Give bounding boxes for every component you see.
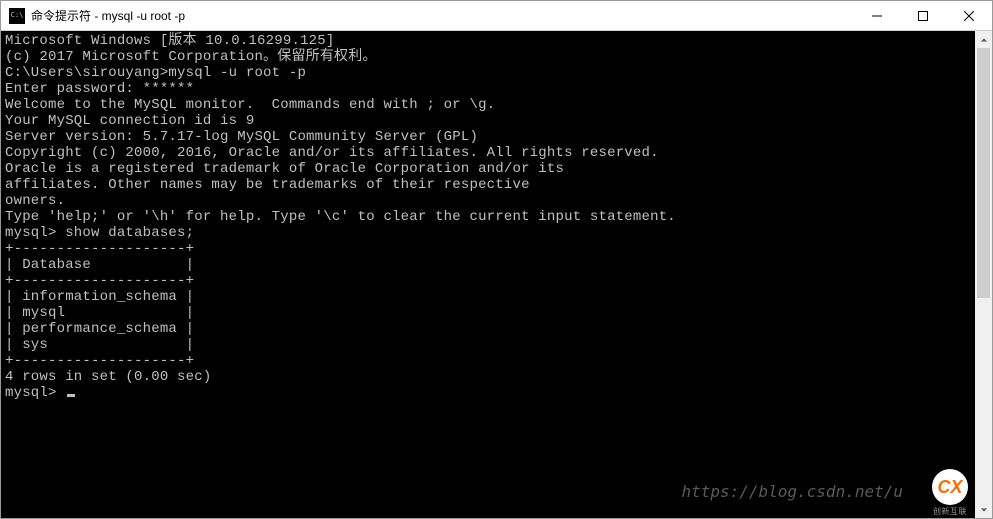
terminal-line: | information_schema | <box>5 289 971 305</box>
terminal-line: Enter password: ****** <box>5 81 971 97</box>
terminal-line: 4 rows in set (0.00 sec) <box>5 369 971 385</box>
terminal-line: | performance_schema | <box>5 321 971 337</box>
terminal-line: mysql> <box>5 385 971 401</box>
terminal-line: C:\Users\sirouyang>mysql -u root -p <box>5 65 971 81</box>
terminal-line: Oracle is a registered trademark of Orac… <box>5 161 971 177</box>
terminal-line: affiliates. Other names may be trademark… <box>5 177 971 193</box>
vertical-scrollbar[interactable] <box>975 31 992 518</box>
app-icon <box>9 8 25 24</box>
chevron-up-icon <box>980 36 988 44</box>
terminal-line: +--------------------+ <box>5 353 971 369</box>
minimize-icon <box>872 11 882 21</box>
scroll-up-button[interactable] <box>975 31 992 48</box>
terminal-line: Type 'help;' or '\h' for help. Type '\c'… <box>5 209 971 225</box>
terminal-line: | Database | <box>5 257 971 273</box>
scrollbar-track[interactable] <box>975 48 992 501</box>
command-prompt-window: 命令提示符 - mysql -u root -p Microsoft Windo… <box>0 0 993 519</box>
terminal-line: +--------------------+ <box>5 241 971 257</box>
close-icon <box>964 11 974 21</box>
maximize-icon <box>918 11 928 21</box>
scrollbar-thumb[interactable] <box>977 48 990 298</box>
terminal-line: owners. <box>5 193 971 209</box>
scroll-down-button[interactable] <box>975 501 992 518</box>
terminal-line: mysql> show databases; <box>5 225 971 241</box>
terminal-line: +--------------------+ <box>5 273 971 289</box>
chevron-down-icon <box>980 506 988 514</box>
maximize-button[interactable] <box>900 1 946 30</box>
titlebar[interactable]: 命令提示符 - mysql -u root -p <box>1 1 992 31</box>
terminal-line: | sys | <box>5 337 971 353</box>
terminal-line: | mysql | <box>5 305 971 321</box>
close-button[interactable] <box>946 1 992 30</box>
terminal-line: Your MySQL connection id is 9 <box>5 113 971 129</box>
terminal-line: Server version: 5.7.17-log MySQL Communi… <box>5 129 971 145</box>
minimize-button[interactable] <box>854 1 900 30</box>
terminal-line: (c) 2017 Microsoft Corporation。保留所有权利。 <box>5 49 971 65</box>
window-controls <box>854 1 992 30</box>
terminal-line: Microsoft Windows [版本 10.0.16299.125] <box>5 33 971 49</box>
cursor <box>67 394 75 397</box>
terminal-output[interactable]: Microsoft Windows [版本 10.0.16299.125](c)… <box>1 31 975 518</box>
window-title: 命令提示符 - mysql -u root -p <box>31 7 854 24</box>
terminal-area: Microsoft Windows [版本 10.0.16299.125](c)… <box>1 31 992 518</box>
terminal-line: Welcome to the MySQL monitor. Commands e… <box>5 97 971 113</box>
terminal-line: Copyright (c) 2000, 2016, Oracle and/or … <box>5 145 971 161</box>
